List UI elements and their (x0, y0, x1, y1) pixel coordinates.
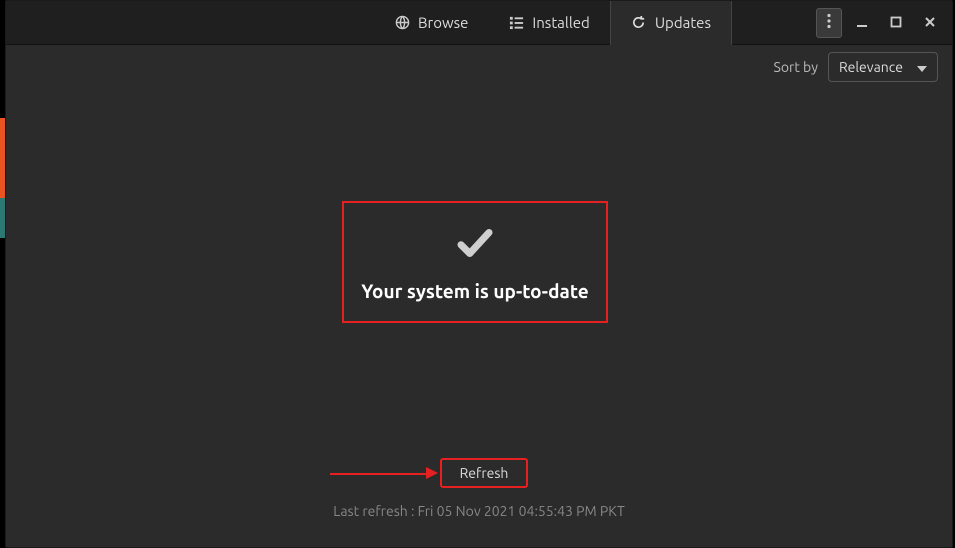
header-bar: Browse Installed (6, 1, 952, 45)
header-right (816, 8, 948, 38)
tab-updates-label: Updates (655, 14, 711, 31)
refresh-icon (631, 15, 647, 31)
hamburger-menu-button[interactable] (816, 8, 842, 38)
kebab-icon (827, 13, 831, 33)
close-icon (924, 14, 936, 32)
globe-icon (394, 15, 410, 31)
status-box-highlight: Your system is up-to-date (342, 201, 608, 323)
chevron-down-icon (917, 59, 927, 75)
maximize-button[interactable] (882, 9, 910, 37)
tab-browse-label: Browse (418, 14, 468, 31)
tab-installed-label: Installed (532, 14, 589, 31)
sort-label: Sort by (774, 59, 818, 75)
last-refresh-text: Last refresh : Fri 05 Nov 2021 04:55:43 … (6, 503, 952, 519)
arrow-line (330, 473, 430, 475)
checkmark-icon (454, 222, 496, 268)
arrow-head-icon (426, 467, 438, 479)
refresh-button[interactable]: Refresh (440, 458, 528, 488)
status-message: Your system is up-to-date (361, 280, 588, 302)
annotation-arrow (330, 470, 438, 478)
tab-updates[interactable]: Updates (610, 1, 732, 45)
minimize-icon (856, 14, 868, 32)
minimize-button[interactable] (848, 9, 876, 37)
list-icon (508, 15, 524, 31)
sort-select[interactable]: Relevance (828, 52, 938, 82)
maximize-icon (890, 14, 902, 32)
content-area: Your system is up-to-date Refresh Last r… (6, 89, 952, 547)
close-button[interactable] (916, 9, 944, 37)
refresh-button-label: Refresh (460, 465, 509, 481)
tab-installed[interactable]: Installed (488, 1, 609, 45)
tabs: Browse Installed (374, 1, 732, 45)
sort-selected-value: Relevance (839, 59, 903, 75)
tab-browse[interactable]: Browse (374, 1, 488, 45)
sort-row: Sort by Relevance (6, 45, 952, 89)
software-app-window: Browse Installed (5, 0, 953, 548)
